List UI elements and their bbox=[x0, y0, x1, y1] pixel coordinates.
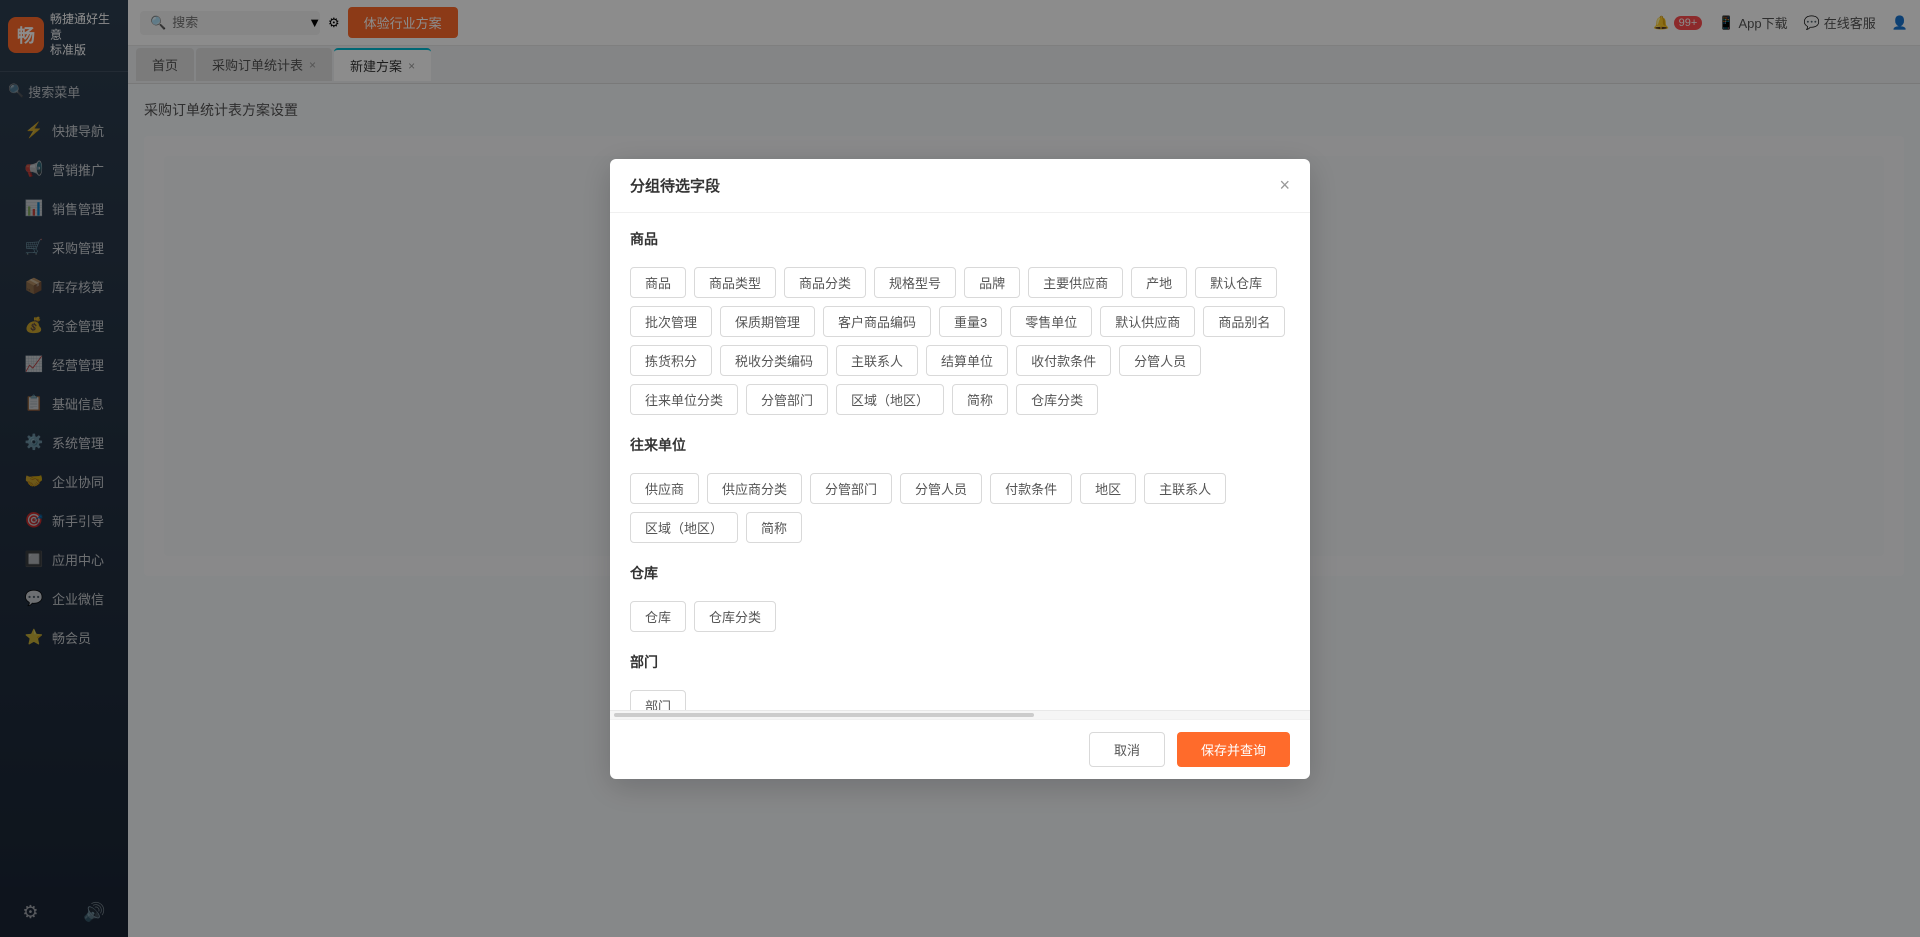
field-tag-goods-11[interactable]: 重量3 bbox=[939, 306, 1002, 337]
field-tag-goods-4[interactable]: 品牌 bbox=[964, 267, 1020, 298]
field-tag-department-0[interactable]: 部门 bbox=[630, 690, 686, 711]
field-tag-goods-13[interactable]: 默认供应商 bbox=[1100, 306, 1195, 337]
field-tag-goods-14[interactable]: 商品别名 bbox=[1203, 306, 1285, 337]
field-tag-partner-3[interactable]: 分管人员 bbox=[900, 473, 982, 504]
field-group-warehouse: 仓库仓库仓库分类 bbox=[630, 563, 1290, 632]
field-tag-goods-21[interactable]: 往来单位分类 bbox=[630, 384, 738, 415]
field-tag-goods-8[interactable]: 批次管理 bbox=[630, 306, 712, 337]
field-tag-goods-25[interactable]: 仓库分类 bbox=[1016, 384, 1098, 415]
field-group-title-department: 部门 bbox=[630, 652, 1290, 678]
confirm-button[interactable]: 保存并查询 bbox=[1177, 732, 1290, 767]
field-tag-partner-4[interactable]: 付款条件 bbox=[990, 473, 1072, 504]
field-tag-partner-2[interactable]: 分管部门 bbox=[810, 473, 892, 504]
field-group-title-goods: 商品 bbox=[630, 229, 1290, 255]
field-tag-partner-0[interactable]: 供应商 bbox=[630, 473, 699, 504]
field-tag-goods-0[interactable]: 商品 bbox=[630, 267, 686, 298]
modal-overlay: 分组待选字段 × 商品商品商品类型商品分类规格型号品牌主要供应商产地默认仓库批次… bbox=[0, 0, 1920, 937]
field-tag-goods-5[interactable]: 主要供应商 bbox=[1028, 267, 1123, 298]
field-tag-goods-2[interactable]: 商品分类 bbox=[784, 267, 866, 298]
field-group-partner: 往来单位供应商供应商分类分管部门分管人员付款条件地区主联系人区域（地区） 简称 bbox=[630, 435, 1290, 543]
modal-body: 商品商品商品类型商品分类规格型号品牌主要供应商产地默认仓库批次管理保质期管理客户… bbox=[610, 213, 1310, 711]
field-tag-goods-9[interactable]: 保质期管理 bbox=[720, 306, 815, 337]
field-group-department: 部门部门 bbox=[630, 652, 1290, 711]
field-tag-goods-20[interactable]: 分管人员 bbox=[1119, 345, 1201, 376]
field-tags-goods: 商品商品类型商品分类规格型号品牌主要供应商产地默认仓库批次管理保质期管理客户商品… bbox=[630, 267, 1290, 415]
field-tag-warehouse-0[interactable]: 仓库 bbox=[630, 601, 686, 632]
field-tag-goods-17[interactable]: 主联系人 bbox=[836, 345, 918, 376]
field-tag-partner-6[interactable]: 主联系人 bbox=[1144, 473, 1226, 504]
field-tag-partner-1[interactable]: 供应商分类 bbox=[707, 473, 802, 504]
field-tag-partner-5[interactable]: 地区 bbox=[1080, 473, 1136, 504]
modal-footer: 取消 保存并查询 bbox=[610, 719, 1310, 779]
field-tag-goods-7[interactable]: 默认仓库 bbox=[1195, 267, 1277, 298]
field-tags-warehouse: 仓库仓库分类 bbox=[630, 601, 1290, 632]
field-tag-goods-24[interactable]: 简称 bbox=[952, 384, 1008, 415]
field-tag-goods-22[interactable]: 分管部门 bbox=[746, 384, 828, 415]
modal-close-button[interactable]: × bbox=[1279, 176, 1290, 194]
field-tag-goods-3[interactable]: 规格型号 bbox=[874, 267, 956, 298]
field-tags-partner: 供应商供应商分类分管部门分管人员付款条件地区主联系人区域（地区） 简称 bbox=[630, 473, 1290, 543]
field-tag-goods-18[interactable]: 结算单位 bbox=[926, 345, 1008, 376]
modal: 分组待选字段 × 商品商品商品类型商品分类规格型号品牌主要供应商产地默认仓库批次… bbox=[610, 159, 1310, 779]
field-tag-partner-8[interactable]: 简称 bbox=[746, 512, 802, 543]
field-tag-goods-19[interactable]: 收付款条件 bbox=[1016, 345, 1111, 376]
field-tag-warehouse-1[interactable]: 仓库分类 bbox=[694, 601, 776, 632]
field-tag-goods-10[interactable]: 客户商品编码 bbox=[823, 306, 931, 337]
field-group-goods: 商品商品商品类型商品分类规格型号品牌主要供应商产地默认仓库批次管理保质期管理客户… bbox=[630, 229, 1290, 415]
field-tag-goods-1[interactable]: 商品类型 bbox=[694, 267, 776, 298]
field-tag-partner-7[interactable]: 区域（地区） bbox=[630, 512, 738, 543]
field-tag-goods-12[interactable]: 零售单位 bbox=[1010, 306, 1092, 337]
field-tag-goods-23[interactable]: 区域（地区） bbox=[836, 384, 944, 415]
field-tag-goods-6[interactable]: 产地 bbox=[1131, 267, 1187, 298]
field-tag-goods-16[interactable]: 税收分类编码 bbox=[720, 345, 828, 376]
modal-horizontal-scrollbar[interactable] bbox=[610, 710, 1310, 718]
field-tags-department: 部门 bbox=[630, 690, 1290, 711]
cancel-button[interactable]: 取消 bbox=[1089, 732, 1165, 767]
field-group-title-partner: 往来单位 bbox=[630, 435, 1290, 461]
field-group-title-warehouse: 仓库 bbox=[630, 563, 1290, 589]
field-tag-goods-15[interactable]: 拣货积分 bbox=[630, 345, 712, 376]
modal-title: 分组待选字段 bbox=[630, 175, 720, 196]
modal-header: 分组待选字段 × bbox=[610, 159, 1310, 213]
